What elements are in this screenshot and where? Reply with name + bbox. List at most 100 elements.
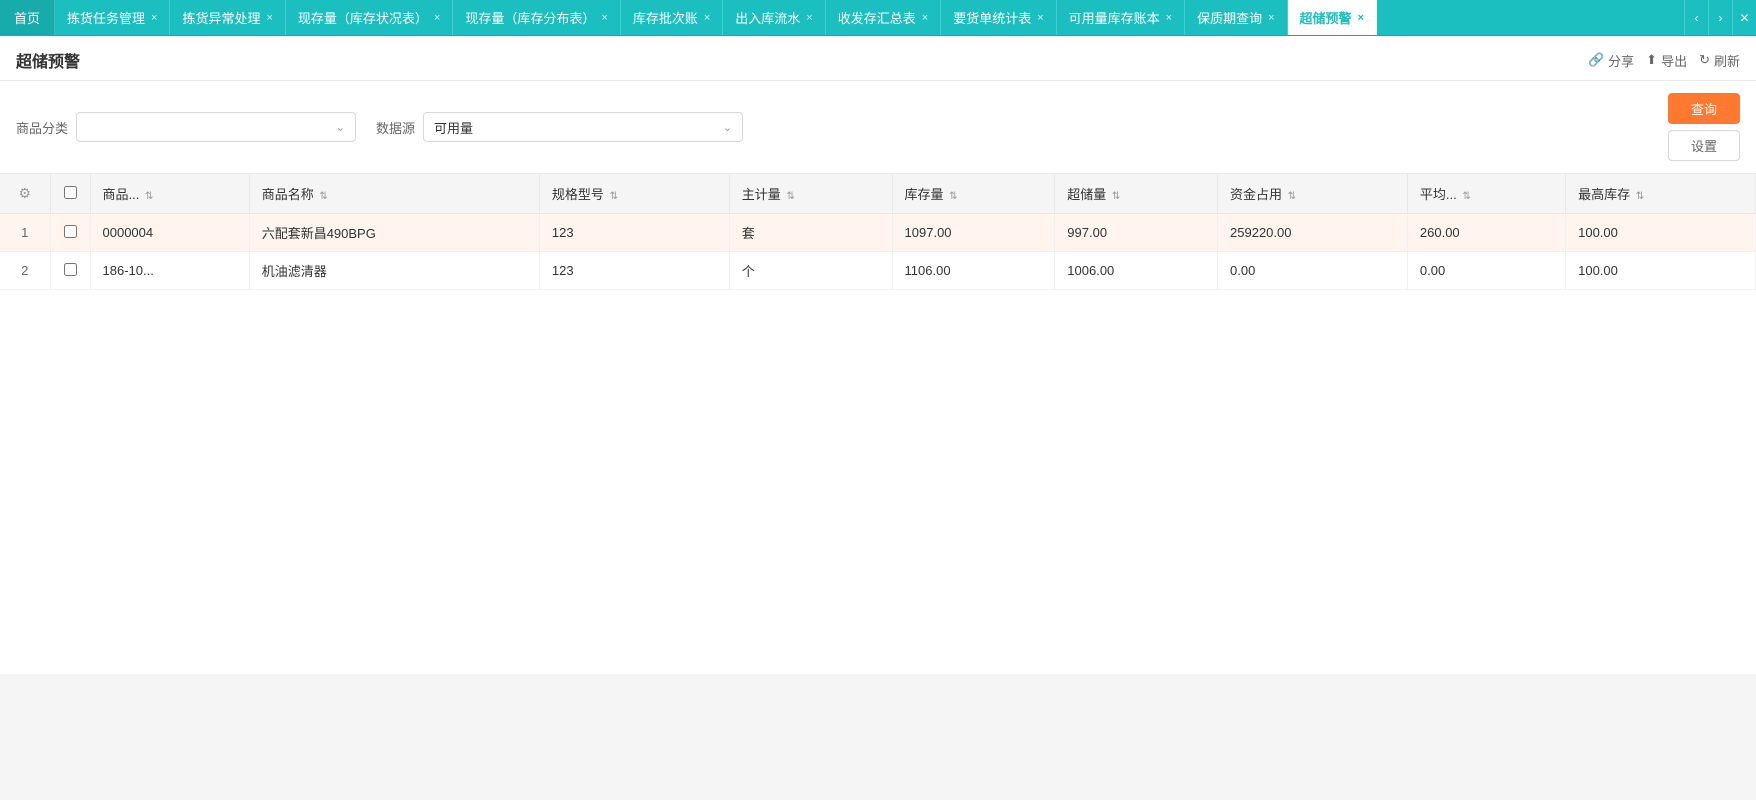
col-header-stock[interactable]: 库存量 ⇅ (892, 174, 1055, 214)
col-capital-label: 资金占用 (1230, 187, 1282, 202)
cell-seq: 1 (0, 214, 50, 252)
gear-icon[interactable]: ⚙ (18, 185, 31, 201)
sort-stock-icon: ⇅ (949, 191, 957, 202)
cell-stock: 1097.00 (892, 214, 1055, 252)
tab-label: 要货单统计表 (953, 8, 1031, 27)
tab-req-summary[interactable]: 要货单统计表 × (941, 0, 1056, 35)
col-header-max[interactable]: 最高库存 ⇅ (1566, 174, 1756, 214)
tab-close-icon[interactable]: × (1358, 12, 1364, 24)
export-button[interactable]: ⬆ 导出 (1646, 51, 1687, 70)
tab-stock-status[interactable]: 现存量（库存状况表） × (286, 0, 453, 35)
sort-capital-icon: ⇅ (1288, 191, 1296, 202)
tab-close-icon[interactable]: × (151, 12, 157, 24)
cell-code: 0000004 (90, 214, 249, 252)
col-header-avg[interactable]: 平均... ⇅ (1407, 174, 1565, 214)
tab-overstock[interactable]: 超储预警 × (1288, 0, 1377, 35)
nav-prev-button[interactable]: ‹ (1684, 0, 1708, 36)
nav-home-label: 首页 (14, 8, 40, 27)
cell-overstock: 997.00 (1055, 214, 1218, 252)
col-header-code[interactable]: 商品... ⇅ (90, 174, 249, 214)
nav-arrows: ‹ › ✕ (1684, 0, 1756, 36)
col-unit-label: 主计量 (742, 187, 781, 202)
tab-label: 出入库流水 (735, 8, 800, 27)
tab-cake-task[interactable]: 拣货任务管理 × (55, 0, 170, 35)
top-navigation: 首页 拣货任务管理×拣货异常处理×现存量（库存状况表）×现存量（库存分布表）×库… (0, 0, 1756, 36)
datasource-chevron-icon: ⌄ (723, 121, 732, 134)
page-title: 超储预警 (16, 48, 80, 72)
sort-code-icon: ⇅ (145, 191, 153, 202)
sort-name-icon: ⇅ (319, 191, 327, 202)
tab-recv-summary[interactable]: 收发存汇总表 × (826, 0, 941, 35)
sort-unit-icon: ⇅ (786, 191, 794, 202)
tab-close-icon[interactable]: × (266, 12, 272, 24)
main-table-container: ⚙ 商品... ⇅ 商品名称 ⇅ 规格型号 ⇅ 主计量 (0, 174, 1756, 674)
nav-home[interactable]: 首页 (0, 0, 55, 35)
filter-datasource: 数据源 可用量 ⌄ (376, 112, 743, 142)
nav-next-button[interactable]: › (1708, 0, 1732, 36)
tab-label: 拣货异常处理 (182, 8, 260, 27)
col-header-name[interactable]: 商品名称 ⇅ (249, 174, 539, 214)
row-checkbox-1[interactable] (64, 263, 77, 276)
refresh-label: 刷新 (1714, 51, 1740, 70)
overstock-table: ⚙ 商品... ⇅ 商品名称 ⇅ 规格型号 ⇅ 主计量 (0, 174, 1756, 290)
tab-close-icon[interactable]: × (1166, 12, 1172, 24)
cell-unit: 个 (729, 252, 892, 290)
tab-close-icon[interactable]: × (1037, 12, 1043, 24)
cell-name: 机油滤清器 (249, 252, 539, 290)
cell-spec: 123 (539, 214, 729, 252)
category-select[interactable]: ⌄ (76, 112, 356, 142)
tab-close-icon[interactable]: × (434, 12, 440, 24)
category-chevron-icon: ⌄ (336, 121, 345, 134)
tab-close-icon[interactable]: × (806, 12, 812, 24)
tab-label: 收发存汇总表 (838, 8, 916, 27)
tab-label: 现存量（库存状况表） (298, 8, 428, 27)
row-checkbox-0[interactable] (64, 225, 77, 238)
tab-label: 拣货任务管理 (67, 8, 145, 27)
cell-max: 100.00 (1566, 252, 1756, 290)
datasource-select[interactable]: 可用量 ⌄ (423, 112, 743, 142)
filter-category: 商品分类 ⌄ (16, 112, 356, 142)
tab-close-icon[interactable]: × (704, 12, 710, 24)
nav-close-button[interactable]: ✕ (1732, 0, 1756, 36)
col-header-capital[interactable]: 资金占用 ⇅ (1218, 174, 1408, 214)
sort-max-icon: ⇅ (1636, 191, 1644, 202)
cell-name: 六配套新昌490BPG (249, 214, 539, 252)
tab-avail-stock[interactable]: 可用量库存账本× (1057, 0, 1185, 35)
share-button[interactable]: 🔗 分享 (1588, 51, 1634, 70)
tab-stock-dist[interactable]: 现存量（库存分布表）× (453, 0, 620, 35)
tab-close-icon[interactable]: × (1268, 12, 1274, 24)
category-label: 商品分类 (16, 118, 68, 137)
cell-avg: 0.00 (1407, 252, 1565, 290)
tab-stock-batch[interactable]: 库存批次账 × (621, 0, 723, 35)
query-button[interactable]: 查询 (1668, 93, 1740, 124)
tab-quality[interactable]: 保质期查询× (1185, 0, 1287, 35)
select-all-checkbox[interactable] (64, 186, 77, 199)
nav-tabs: 拣货任务管理×拣货异常处理×现存量（库存状况表）×现存量（库存分布表）×库存批次… (55, 0, 1377, 35)
refresh-icon: ↻ (1699, 52, 1710, 68)
setting-button[interactable]: 设置 (1668, 130, 1740, 161)
tab-cake-abnormal[interactable]: 拣货异常处理 × (170, 0, 285, 35)
refresh-button[interactable]: ↻ 刷新 (1699, 51, 1740, 70)
cell-avg: 260.00 (1407, 214, 1565, 252)
cell-capital: 0.00 (1218, 252, 1408, 290)
col-header-spec[interactable]: 规格型号 ⇅ (539, 174, 729, 214)
cell-seq: 2 (0, 252, 50, 290)
col-max-label: 最高库存 (1578, 187, 1630, 202)
tab-inout-flow[interactable]: 出入库流水 × (723, 0, 825, 35)
tab-label: 库存批次账 (633, 8, 698, 27)
col-header-gear[interactable]: ⚙ (0, 174, 50, 214)
col-header-check (50, 174, 90, 214)
share-icon: 🔗 (1588, 52, 1604, 68)
col-header-unit[interactable]: 主计量 ⇅ (729, 174, 892, 214)
tab-label: 超储预警 (1300, 8, 1352, 27)
col-avg-label: 平均... (1420, 187, 1457, 202)
cell-unit: 套 (729, 214, 892, 252)
col-overstock-label: 超储量 (1067, 187, 1106, 202)
tab-close-icon[interactable]: × (922, 12, 928, 24)
table-row: 2 186-10... 机油滤清器 123 个 1106.00 1006.00 … (0, 252, 1756, 290)
cell-capital: 259220.00 (1218, 214, 1408, 252)
col-header-overstock[interactable]: 超储量 ⇅ (1055, 174, 1218, 214)
tab-close-icon[interactable]: × (601, 12, 607, 24)
filter-area: 商品分类 ⌄ 数据源 可用量 ⌄ 查询 设置 (0, 81, 1756, 174)
cell-max: 100.00 (1566, 214, 1756, 252)
